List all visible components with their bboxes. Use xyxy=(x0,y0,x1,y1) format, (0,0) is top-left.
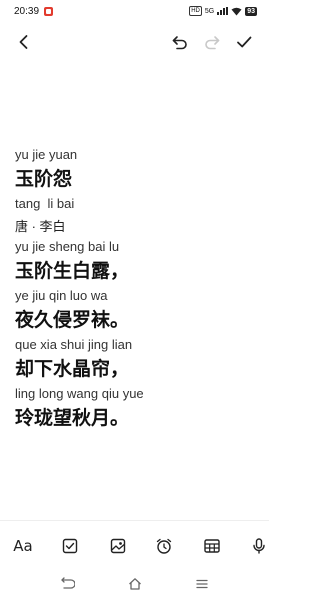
home-icon xyxy=(129,578,141,590)
microphone-icon xyxy=(253,538,265,554)
status-left: 20:39 xyxy=(14,5,54,17)
check-icon xyxy=(237,36,252,48)
insert-image-button[interactable] xyxy=(106,535,130,557)
back-arrow-icon xyxy=(19,35,28,49)
voice-input-button[interactable] xyxy=(247,535,271,557)
redo-icon xyxy=(205,36,220,50)
pinyin-line: yu jie sheng bai lu xyxy=(15,239,120,254)
font-label: Aa xyxy=(13,537,33,555)
insert-table-button[interactable] xyxy=(200,535,224,557)
pinyin-line: yu jie yuan xyxy=(15,147,78,162)
pinyin-line: ling long wang qiu yue xyxy=(15,386,144,401)
status-right: HD 5G 93 xyxy=(189,6,257,16)
battery-indicator: 93 xyxy=(245,6,257,16)
menu-icon xyxy=(196,579,208,589)
poem-line: 却下水晶帘， xyxy=(15,359,130,380)
editor-toolbar: Aa xyxy=(0,520,269,568)
note-body[interactable]: yu jie yuan 玉阶怨 tang li bai 唐 · 李白 yu ji… xyxy=(15,146,259,434)
notification-icon xyxy=(44,6,54,16)
undo-icon xyxy=(172,36,187,50)
poem-title: 玉阶怨 xyxy=(15,169,73,190)
hd-indicator: HD xyxy=(189,6,202,16)
alarm-icon xyxy=(156,538,172,554)
poem-line: 夜久侵罗袜。 xyxy=(15,310,130,331)
checkbox-icon xyxy=(62,538,78,554)
poem-author: 唐 · 李白 xyxy=(15,219,66,234)
table-icon xyxy=(204,539,220,553)
signal-icon xyxy=(217,7,229,15)
top-toolbar xyxy=(0,28,269,56)
system-navigation-bar xyxy=(0,568,269,600)
system-menu-button[interactable] xyxy=(190,574,214,594)
undo-button[interactable] xyxy=(166,28,194,56)
system-home-button[interactable] xyxy=(123,574,147,594)
text-format-button[interactable]: Aa xyxy=(11,535,35,557)
status-bar: 20:39 HD 5G 93 xyxy=(0,0,269,22)
recent-back-icon xyxy=(61,577,75,589)
pinyin-line: ye jiu qin luo wa xyxy=(15,288,108,303)
reminder-button[interactable] xyxy=(152,535,176,557)
pinyin-line: que xia shui jing lian xyxy=(15,337,133,352)
done-button[interactable] xyxy=(230,28,258,56)
image-icon xyxy=(110,538,126,554)
pinyin-line: tang li bai xyxy=(15,196,75,211)
poem-line: 玲珑望秋月。 xyxy=(15,408,130,429)
back-button[interactable] xyxy=(10,28,38,56)
system-back-button[interactable] xyxy=(55,574,79,594)
checklist-button[interactable] xyxy=(58,535,82,557)
status-time: 20:39 xyxy=(14,5,40,17)
poem-line: 玉阶生白露， xyxy=(15,261,130,282)
redo-button[interactable] xyxy=(198,28,226,56)
wifi-icon xyxy=(231,7,242,15)
network-type-label: 5G xyxy=(204,7,215,15)
